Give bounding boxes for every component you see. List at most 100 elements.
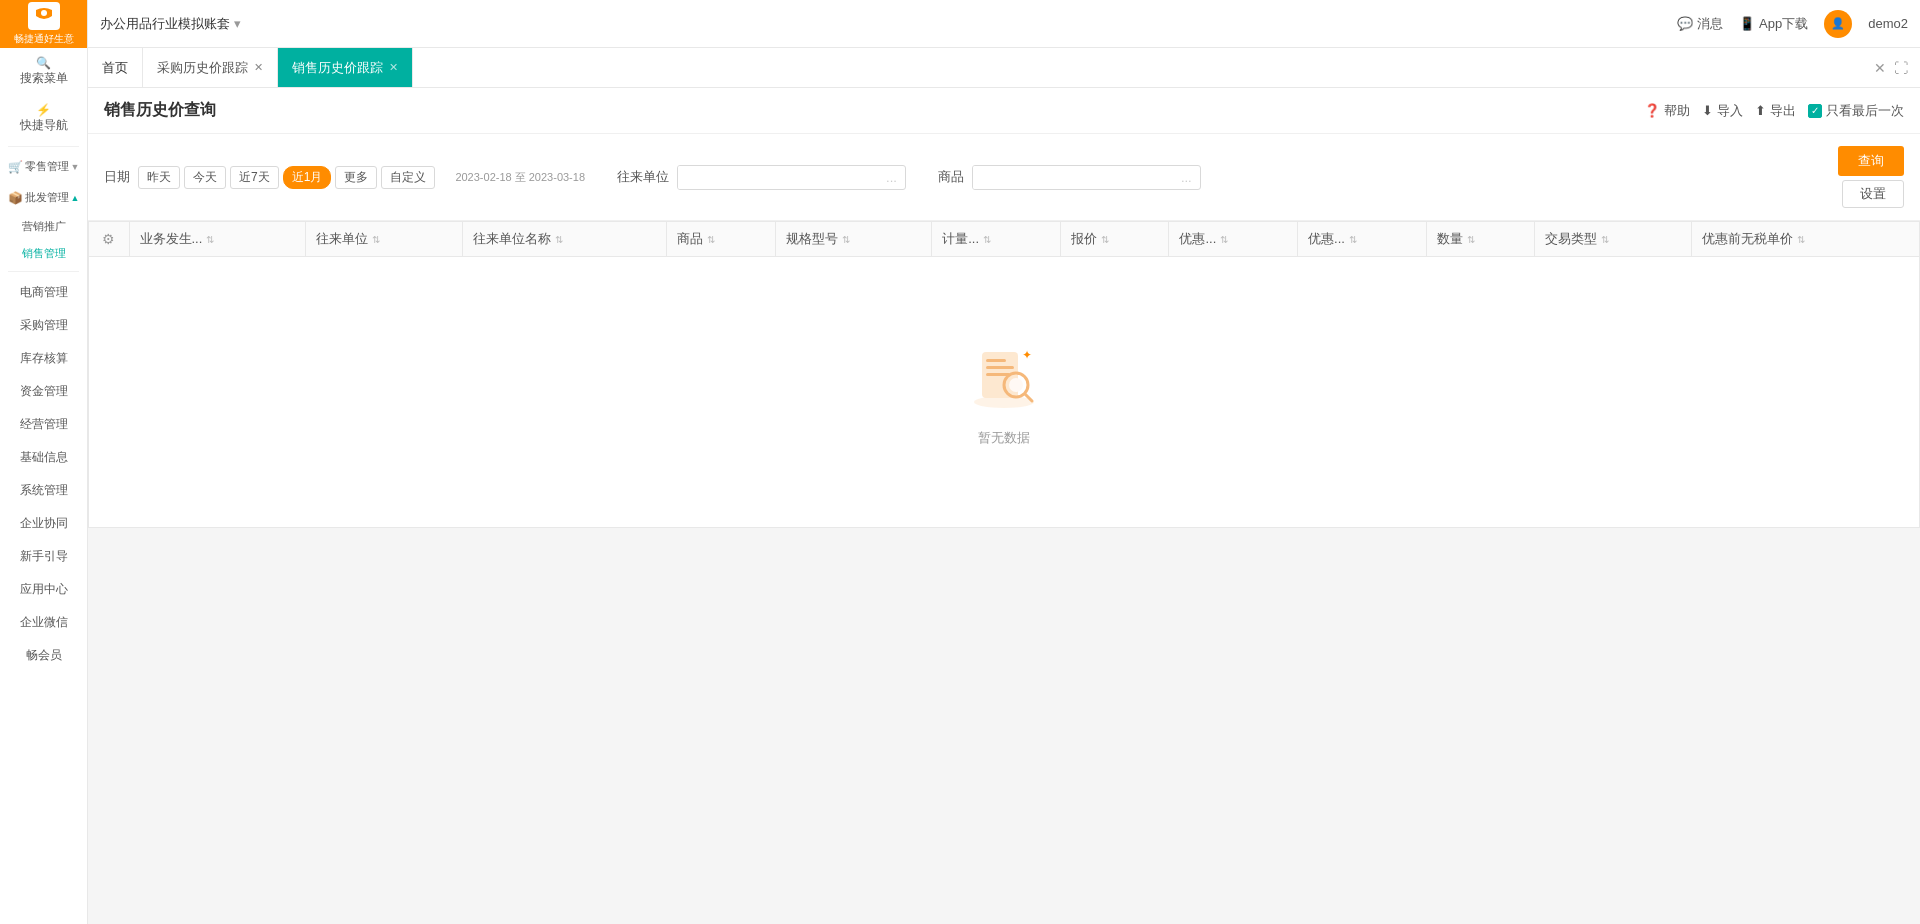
sort-icon-unit-name[interactable]: ⇅ — [555, 234, 563, 245]
th-product: 商品 ⇅ — [667, 222, 776, 257]
sort-icon-quantity[interactable]: ⇅ — [1467, 234, 1475, 245]
sidebar-item-basic-info[interactable]: 基础信息 — [0, 441, 87, 474]
th-biz-date: 业务发生... ⇅ — [129, 222, 306, 257]
sidebar-item-retail-mgmt[interactable]: 🛒 零售管理 ▼ — [0, 151, 87, 182]
from-unit-input[interactable] — [678, 166, 878, 189]
username[interactable]: demo2 — [1868, 16, 1908, 31]
date-range-text: 2023-02-18 至 2023-03-18 — [455, 170, 585, 185]
page-header: 销售历史价查询 ❓ 帮助 ⬇ 导入 ⬆ 导出 ✓ — [88, 88, 1920, 134]
th-pretax-price: 优惠前无税单价 ⇅ — [1691, 222, 1919, 257]
sort-icon-product[interactable]: ⇅ — [707, 234, 715, 245]
th-quantity: 数量 ⇅ — [1426, 222, 1535, 257]
date-filter-label: 日期 — [104, 168, 130, 186]
date-btn-yesterday[interactable]: 昨天 — [138, 166, 180, 189]
topbar-title-text: 办公用品行业模拟账套 — [100, 15, 230, 33]
sidebar-item-sales-mgmt[interactable]: 销售管理 — [0, 240, 87, 267]
date-btn-today[interactable]: 今天 — [184, 166, 226, 189]
sidebar-item-member[interactable]: 畅会员 — [0, 639, 87, 672]
topbar-dropdown-icon[interactable]: ▾ — [234, 16, 241, 31]
app-download-icon: 📱 — [1739, 16, 1755, 31]
th-discount2: 优惠... ⇅ — [1298, 222, 1427, 257]
window-controls: ✕ ⛶ — [1862, 48, 1920, 87]
data-table: ⚙ 业务发生... ⇅ 往来单位 — [89, 222, 1919, 257]
table-header: ⚙ 业务发生... ⇅ 往来单位 — [89, 222, 1919, 257]
topbar-actions: 💬 消息 📱 App下载 👤 demo2 — [1677, 10, 1908, 38]
tab-purchase-history-close[interactable]: ✕ — [254, 61, 263, 74]
sort-icon-biz-date[interactable]: ⇅ — [206, 234, 214, 245]
date-btn-more[interactable]: 更多 — [335, 166, 377, 189]
sidebar-item-quick-nav[interactable]: ⚡ 快捷导航 — [0, 95, 87, 142]
window-maximize-icon[interactable]: ⛶ — [1894, 60, 1908, 76]
message-action[interactable]: 💬 消息 — [1677, 15, 1723, 33]
date-buttons: 昨天 今天 近7天 近1月 更多 自定义 — [138, 166, 435, 189]
product-input[interactable] — [973, 166, 1173, 189]
sort-icon-trade-type[interactable]: ⇅ — [1601, 234, 1609, 245]
sidebar-item-purchase-mgmt[interactable]: 采购管理 — [0, 309, 87, 342]
date-btn-last1m[interactable]: 近1月 — [283, 166, 332, 189]
sidebar-item-system-mgmt[interactable]: 系统管理 — [0, 474, 87, 507]
tab-sales-history[interactable]: 销售历史价跟踪 ✕ — [278, 48, 413, 87]
sidebar-item-enterprise-coop[interactable]: 企业协同 — [0, 507, 87, 540]
product-dots-btn[interactable]: ... — [1173, 166, 1200, 189]
tab-purchase-history[interactable]: 采购历史价跟踪 ✕ — [143, 48, 278, 87]
sidebar-item-finance-mgmt[interactable]: 资金管理 — [0, 375, 87, 408]
sort-icon-spec[interactable]: ⇅ — [842, 234, 850, 245]
svg-rect-3 — [986, 359, 1006, 362]
sidebar-item-ecommerce-mgmt[interactable]: 电商管理 — [0, 276, 87, 309]
avatar-image: 👤 — [1831, 17, 1845, 30]
chevron-up-icon: ▲ — [71, 193, 80, 203]
sort-icon-discount2[interactable]: ⇅ — [1349, 234, 1357, 245]
sort-icon-pretax-price[interactable]: ⇅ — [1797, 234, 1805, 245]
page-header-actions: ❓ 帮助 ⬇ 导入 ⬆ 导出 ✓ 只看最后一次 — [1644, 102, 1904, 120]
message-icon: 💬 — [1677, 16, 1693, 31]
sidebar-item-operation-mgmt[interactable]: 经营管理 — [0, 408, 87, 441]
product-label: 商品 — [938, 168, 964, 186]
sidebar-item-wholesale-mgmt[interactable]: 📦 批发管理 ▲ — [0, 182, 87, 213]
th-unit-code: 往来单位 ⇅ — [306, 222, 463, 257]
sidebar-item-app-center[interactable]: 应用中心 — [0, 573, 87, 606]
app-logo[interactable]: 畅捷通好生意 — [0, 0, 87, 48]
page-title: 销售历史价查询 — [104, 100, 216, 121]
tabbar: 首页 采购历史价跟踪 ✕ 销售历史价跟踪 ✕ ✕ ⛶ — [88, 48, 1920, 88]
sidebar-item-beginner-guide[interactable]: 新手引导 — [0, 540, 87, 573]
only-last-checkbox[interactable]: ✓ 只看最后一次 — [1808, 102, 1904, 120]
sort-icon-unit[interactable]: ⇅ — [983, 234, 991, 245]
sort-icon-price[interactable]: ⇅ — [1101, 234, 1109, 245]
tab-purchase-history-label: 采购历史价跟踪 — [157, 59, 248, 77]
table-settings-icon[interactable]: ⚙ — [99, 231, 119, 247]
import-action[interactable]: ⬇ 导入 — [1702, 102, 1743, 120]
from-unit-filter-group: 往来单位 ... — [617, 165, 906, 190]
window-close-icon[interactable]: ✕ — [1874, 60, 1886, 76]
sidebar-item-inventory-check[interactable]: 库存核算 — [0, 342, 87, 375]
filter-actions: 查询 设置 — [1838, 146, 1904, 208]
date-btn-last7[interactable]: 近7天 — [230, 166, 279, 189]
user-avatar[interactable]: 👤 — [1824, 10, 1852, 38]
app-download-action[interactable]: 📱 App下载 — [1739, 15, 1808, 33]
date-filter-group: 日期 昨天 今天 近7天 近1月 更多 自定义 — [104, 166, 435, 189]
content-area: 销售历史价查询 ❓ 帮助 ⬇ 导入 ⬆ 导出 ✓ — [88, 88, 1920, 924]
export-action[interactable]: ⬆ 导出 — [1755, 102, 1796, 120]
checkbox-checked-icon: ✓ — [1808, 104, 1822, 118]
settings-button[interactable]: 设置 — [1842, 180, 1904, 208]
sidebar-item-marketing[interactable]: 营销推广 — [0, 213, 87, 240]
sort-icon-unit-code[interactable]: ⇅ — [372, 234, 380, 245]
tab-sales-history-close[interactable]: ✕ — [389, 61, 398, 74]
topbar-title: 办公用品行业模拟账套 ▾ — [100, 15, 1669, 33]
product-input-wrap: ... — [972, 165, 1201, 190]
tab-home[interactable]: 首页 — [88, 48, 143, 87]
sort-icon-discount1[interactable]: ⇅ — [1220, 234, 1228, 245]
query-button[interactable]: 查询 — [1838, 146, 1904, 176]
sidebar-item-enterprise-wechat[interactable]: 企业微信 — [0, 606, 87, 639]
sidebar-item-search-menu[interactable]: 🔍 搜索菜单 — [0, 48, 87, 95]
table-header-row: ⚙ 业务发生... ⇅ 往来单位 — [89, 222, 1919, 257]
svg-point-7 — [1009, 378, 1023, 392]
th-settings: ⚙ — [89, 222, 129, 257]
main-area: 办公用品行业模拟账套 ▾ 💬 消息 📱 App下载 👤 demo2 首页 采购历… — [88, 0, 1920, 924]
empty-icon: ✦ — [964, 337, 1044, 417]
export-icon: ⬆ — [1755, 103, 1766, 118]
from-unit-dots-btn[interactable]: ... — [878, 166, 905, 189]
chevron-down-icon: ▼ — [71, 162, 80, 172]
search-menu-icon: 🔍 — [4, 56, 83, 70]
date-btn-custom[interactable]: 自定义 — [381, 166, 435, 189]
help-action[interactable]: ❓ 帮助 — [1644, 102, 1690, 120]
